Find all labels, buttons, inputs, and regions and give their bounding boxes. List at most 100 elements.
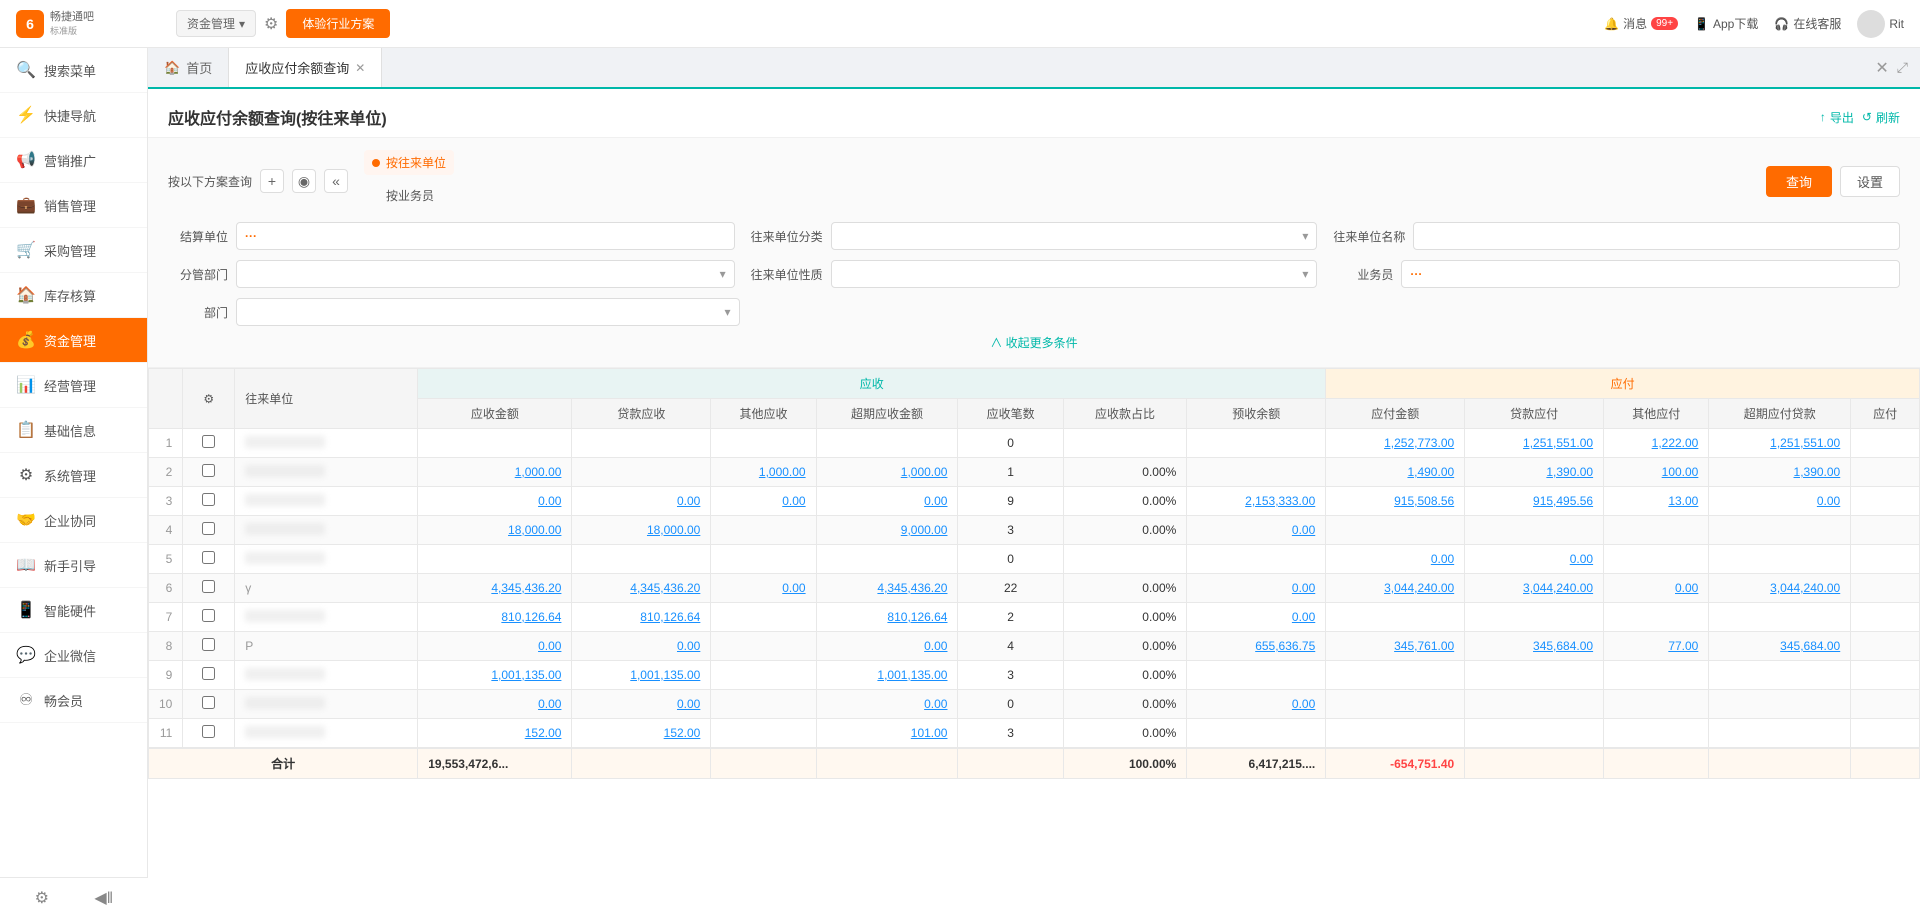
settings-icon[interactable]: ⚙ [264, 14, 278, 34]
cell-link[interactable]: 0.00 [924, 494, 947, 508]
tab-expand-icon[interactable]: ⤢ [1897, 59, 1908, 76]
sidebar-item-marketing[interactable]: 📢 营销推广 [0, 138, 147, 183]
cell-link[interactable]: 345,761.00 [1394, 639, 1454, 653]
row-select-checkbox[interactable] [202, 667, 215, 680]
sidebar-item-hardware[interactable]: 📱 智能硬件 [0, 588, 147, 633]
cell-link[interactable]: 0.00 [538, 697, 561, 711]
cell-link[interactable]: 152.00 [525, 726, 562, 740]
messages-btn[interactable]: 🔔 消息 99+ [1604, 15, 1678, 32]
cell-link[interactable]: 3,044,240.00 [1770, 581, 1840, 595]
cell-link[interactable]: 0.00 [1292, 581, 1315, 595]
cell-link[interactable]: 0.00 [1570, 552, 1593, 566]
sidebar-item-funds[interactable]: 💰 资金管理 [0, 318, 147, 363]
row-select-checkbox[interactable] [202, 638, 215, 651]
cell-link[interactable]: 101.00 [911, 726, 948, 740]
cell-link[interactable]: 0.00 [1292, 697, 1315, 711]
query-btn[interactable]: 查询 [1766, 166, 1832, 197]
row-checkbox[interactable] [183, 661, 235, 690]
row-select-checkbox[interactable] [202, 551, 215, 564]
cell-link[interactable]: 0.00 [782, 581, 805, 595]
sidebar-item-inventory[interactable]: 🏠 库存核算 [0, 273, 147, 318]
sidebar-item-sales[interactable]: 💼 销售管理 [0, 183, 147, 228]
row-checkbox[interactable] [183, 545, 235, 574]
filter-settings-btn[interactable]: 设置 [1840, 166, 1900, 197]
row-select-checkbox[interactable] [202, 725, 215, 738]
row-select-checkbox[interactable] [202, 580, 215, 593]
cell-link[interactable]: 915,508.56 [1394, 494, 1454, 508]
row-select-checkbox[interactable] [202, 493, 215, 506]
sidebar-item-quick-nav[interactable]: ⚡ 快捷导航 [0, 93, 147, 138]
cell-link[interactable]: 0.00 [1817, 494, 1840, 508]
row-checkbox[interactable] [183, 719, 235, 749]
cell-link[interactable]: 0.00 [1431, 552, 1454, 566]
tab-receivable-query[interactable]: 应收应付余额查询 ✕ [229, 48, 382, 87]
cell-link[interactable]: 0.00 [782, 494, 805, 508]
cell-link[interactable]: 100.00 [1662, 465, 1699, 479]
cell-link[interactable]: 2,153,333.00 [1245, 494, 1315, 508]
row-checkbox[interactable] [183, 632, 235, 661]
cell-link[interactable]: 1,222.00 [1652, 436, 1699, 450]
cell-link[interactable]: 915,495.56 [1533, 494, 1593, 508]
user-area[interactable]: Rit [1857, 10, 1904, 38]
row-select-checkbox[interactable] [202, 464, 215, 477]
row-select-checkbox[interactable] [202, 522, 215, 535]
cell-link[interactable]: 1,001,135.00 [630, 668, 700, 682]
cell-link[interactable]: 77.00 [1668, 639, 1698, 653]
export-btn[interactable]: ↑ 导出 [1820, 109, 1854, 126]
cell-link[interactable]: 345,684.00 [1533, 639, 1593, 653]
cell-link[interactable]: 1,390.00 [1546, 465, 1593, 479]
cell-link[interactable]: 1,001,135.00 [877, 668, 947, 682]
cell-link[interactable]: 18,000.00 [508, 523, 561, 537]
solution-btn[interactable]: 体验行业方案 [286, 9, 390, 38]
cell-link[interactable]: 0.00 [677, 494, 700, 508]
tab-home[interactable]: 🏠 首页 [148, 48, 229, 87]
cell-link[interactable]: 0.00 [677, 697, 700, 711]
unit-name-input[interactable] [1413, 222, 1900, 250]
group-by-salesman-btn[interactable]: 按业务员 [364, 183, 454, 208]
cell-link[interactable]: 1,001,135.00 [491, 668, 561, 682]
sidebar-collapse-btn[interactable]: ◀‖ [94, 888, 113, 908]
group-by-unit-btn[interactable]: 按往来单位 [364, 150, 454, 175]
cell-link[interactable]: 1,000.00 [515, 465, 562, 479]
tab-close-window-icon[interactable]: ✕ [1875, 58, 1888, 78]
sidebar-item-enterprise[interactable]: 🤝 企业协同 [0, 498, 147, 543]
row-select-checkbox[interactable] [202, 609, 215, 622]
cell-link[interactable]: 1,251,551.00 [1523, 436, 1593, 450]
tab-close-icon[interactable]: ✕ [355, 61, 365, 75]
unit-nature-input[interactable]: ▾ [831, 260, 1318, 288]
cell-link[interactable]: 0.00 [1292, 610, 1315, 624]
cell-link[interactable]: 9,000.00 [901, 523, 948, 537]
refresh-btn[interactable]: ↺ 刷新 [1862, 109, 1900, 126]
row-checkbox[interactable] [183, 458, 235, 487]
online-service-btn[interactable]: 🎧 在线客服 [1774, 15, 1841, 32]
cell-link[interactable]: 1,252,773.00 [1384, 436, 1454, 450]
cell-link[interactable]: 4,345,436.20 [630, 581, 700, 595]
cell-link[interactable]: 3,044,240.00 [1384, 581, 1454, 595]
cell-link[interactable]: 1,490.00 [1407, 465, 1454, 479]
cell-link[interactable]: 4,345,436.20 [491, 581, 561, 595]
cell-link[interactable]: 13.00 [1668, 494, 1698, 508]
row-checkbox[interactable] [183, 574, 235, 603]
cell-link[interactable]: 0.00 [538, 494, 561, 508]
cell-link[interactable]: 0.00 [1675, 581, 1698, 595]
app-download-btn[interactable]: 📱 App下载 [1694, 15, 1758, 32]
cell-link[interactable]: 1,000.00 [901, 465, 948, 479]
cell-link[interactable]: 18,000.00 [647, 523, 700, 537]
sidebar-settings-btn[interactable]: ⚙ [35, 888, 49, 908]
settlement-unit-input[interactable]: ··· [236, 222, 735, 250]
table-area[interactable]: ⚙ 往来单位 应收 应付 应收金额 贷款应收 其他应收 超期应收金额 应收笔数 … [148, 368, 1920, 917]
header-breadcrumb[interactable]: 资金管理 ▾ [176, 10, 256, 37]
cell-link[interactable]: 810,126.64 [887, 610, 947, 624]
cell-link[interactable]: 0.00 [924, 639, 947, 653]
sidebar-item-wechat[interactable]: 💬 企业微信 [0, 633, 147, 678]
scheme-settings-btn[interactable]: ◉ [292, 169, 316, 193]
cell-link[interactable]: 810,126.64 [640, 610, 700, 624]
row-select-checkbox[interactable] [202, 435, 215, 448]
cell-link[interactable]: 152.00 [664, 726, 701, 740]
cell-link[interactable]: 810,126.64 [501, 610, 561, 624]
salesman-input[interactable]: ··· [1401, 260, 1900, 288]
row-checkbox[interactable] [183, 516, 235, 545]
unit-category-input[interactable]: ▾ [831, 222, 1318, 250]
sidebar-item-purchase[interactable]: 🛒 采购管理 [0, 228, 147, 273]
sidebar-item-management[interactable]: 📊 经营管理 [0, 363, 147, 408]
